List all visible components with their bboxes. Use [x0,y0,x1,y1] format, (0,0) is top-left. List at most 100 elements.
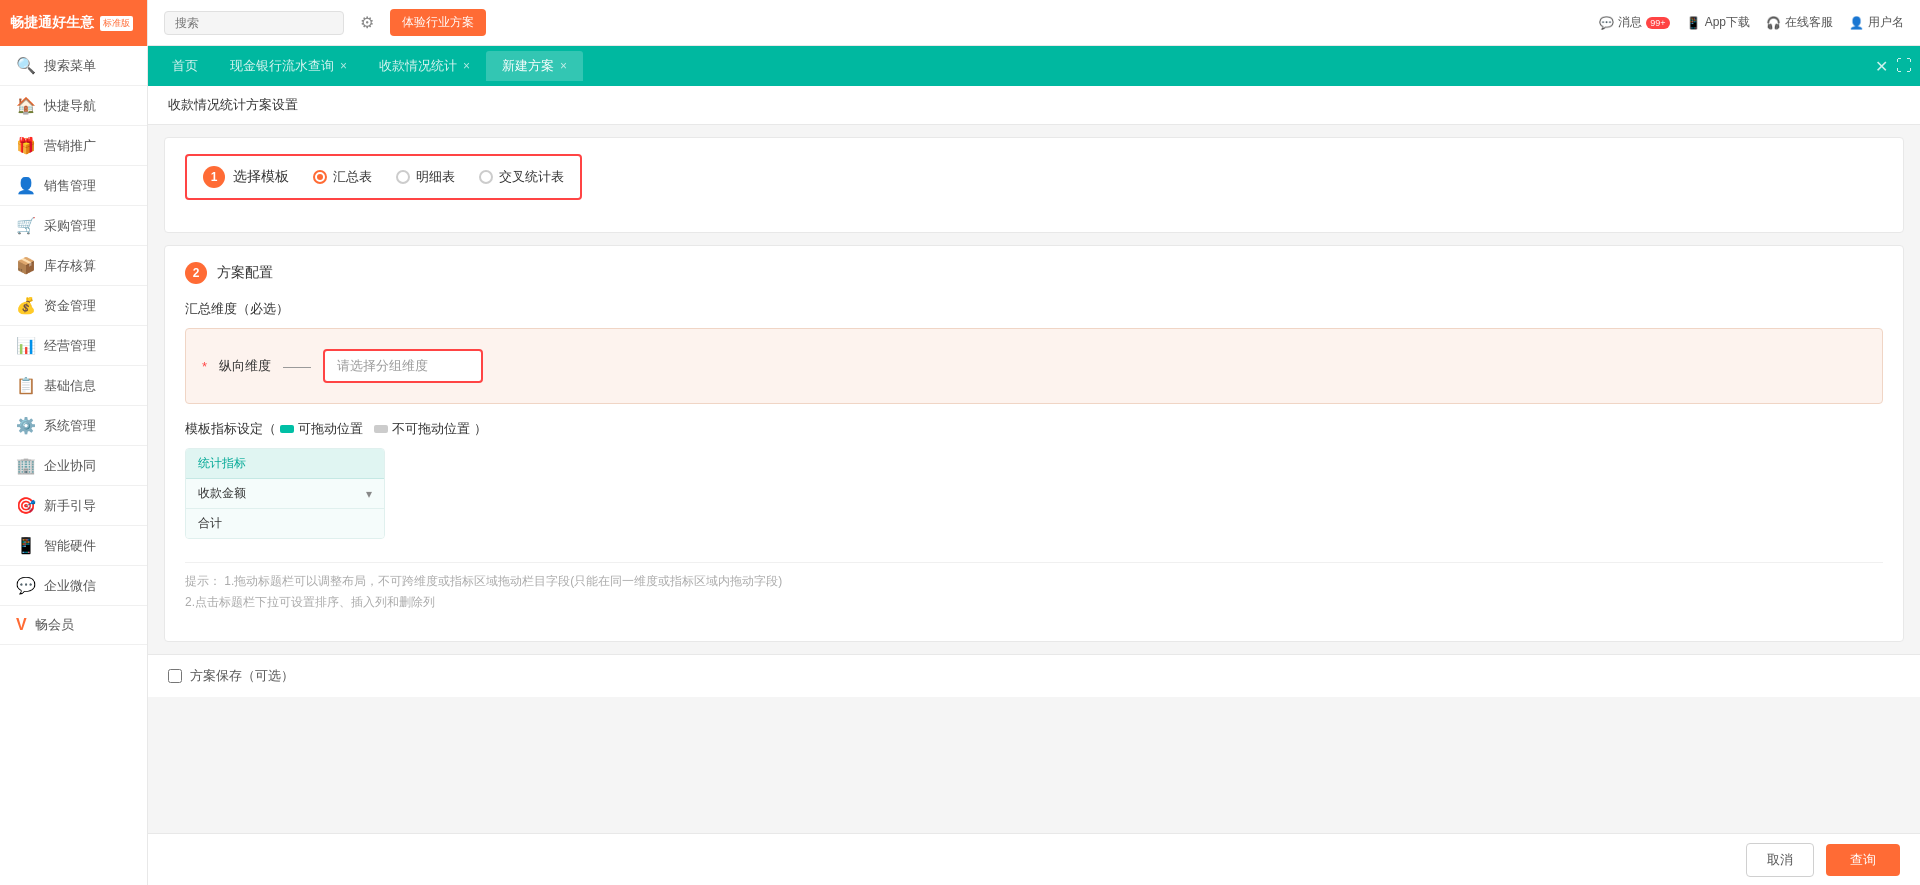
search-icon: 🔍 [16,56,36,75]
non-draggable-label: 不可拖动位置 [392,420,470,438]
sidebar-item-label: 系统管理 [44,417,96,435]
tab-expand-icon[interactable]: ⛶ [1896,57,1912,75]
template-section: 1 选择模板 汇总表 明细表 [164,137,1904,233]
gear-icon: ⚙️ [16,416,36,435]
metrics-label-text: 模板指标设定（ [185,421,276,436]
sidebar-item-search[interactable]: 🔍 搜索菜单 [0,46,147,86]
sidebar-item-label: 采购管理 [44,217,96,235]
settings-icon[interactable]: ⚙ [360,13,374,32]
sidebar-item-member[interactable]: V 畅会员 [0,606,147,645]
box-icon: 📦 [16,256,36,275]
service-label: 在线客服 [1785,14,1833,31]
metrics-close: ） [474,421,487,436]
notification-btn[interactable]: 💬 消息 99+ [1599,14,1669,31]
tab-home[interactable]: 首页 [156,51,214,81]
radio-cross[interactable]: 交叉统计表 [479,168,564,186]
sidebar-item-sales[interactable]: 👤 销售管理 [0,166,147,206]
tab-cashflow[interactable]: 现金银行流水查询 × [214,51,363,81]
chat-icon: 💬 [16,576,36,595]
radio-detail-label: 明细表 [416,168,455,186]
sidebar-item-label: 快捷导航 [44,97,96,115]
tab-cashflow-close[interactable]: × [340,59,347,73]
radio-cross-label: 交叉统计表 [499,168,564,186]
sidebar-item-inventory[interactable]: 📦 库存核算 [0,246,147,286]
sidebar-item-system[interactable]: ⚙️ 系统管理 [0,406,147,446]
cart-icon: 🛒 [16,216,36,235]
sidebar-item-label: 企业协同 [44,457,96,475]
sidebar-item-wechat[interactable]: 💬 企业微信 [0,566,147,606]
sidebar-item-label: 基础信息 [44,377,96,395]
step2-label: 方案配置 [217,264,273,282]
metrics-row-total: 合计 [186,508,384,538]
non-draggable-indicator [374,425,388,433]
sidebar-item-basic[interactable]: 📋 基础信息 [0,366,147,406]
legend-draggable-item: 可拖动位置 [280,420,363,438]
tab-new-plan[interactable]: 新建方案 × [486,51,583,81]
search-input[interactable] [164,11,344,35]
radio-cross-circle [479,170,493,184]
target-icon: 🎯 [16,496,36,515]
sidebar-item-operations[interactable]: 📊 经营管理 [0,326,147,366]
draggable-label: 可拖动位置 [298,420,363,438]
metrics-header: 统计指标 [186,449,384,479]
radio-summary-circle [313,170,327,184]
metrics-section: 模板指标设定（ 可拖动位置 不可拖动位置 ） 统计指标 [185,420,1883,542]
sidebar-item-label: 库存核算 [44,257,96,275]
sidebar-item-newbie[interactable]: 🎯 新手引导 [0,486,147,526]
main-content: ⚙ 体验行业方案 💬 消息 99+ 📱 App下载 🎧 在线客服 👤 用户名 [148,0,1920,885]
headset-icon: 🎧 [1766,16,1781,30]
legend-non-draggable-item: 不可拖动位置 [374,420,470,438]
home-icon: 🏠 [16,96,36,115]
download-icon: 📱 [1686,16,1701,30]
metrics-total-label: 合计 [198,516,222,530]
logo-badge: 标准版 [100,16,133,31]
tab-new-plan-label: 新建方案 [502,57,554,75]
sidebar-item-quicknav[interactable]: 🏠 快捷导航 [0,86,147,126]
metrics-row-amount[interactable]: 收款金额 ▾ [186,479,384,508]
tips-section: 提示： 1.拖动标题栏可以调整布局，不可跨维度或指标区域拖动栏目字段(只能在同一… [185,562,1883,625]
topbar-right: 💬 消息 99+ 📱 App下载 🎧 在线客服 👤 用户名 [1599,14,1904,31]
dimension-section-label: 汇总维度（必选） [185,300,1883,318]
page-title: 收款情况统计方案设置 [168,97,298,112]
confirm-button[interactable]: 查询 [1826,844,1900,876]
metrics-dropdown-icon[interactable]: ▾ [366,487,372,501]
sidebar-item-label: 营销推广 [44,137,96,155]
sidebar-item-purchase[interactable]: 🛒 采购管理 [0,206,147,246]
cancel-button[interactable]: 取消 [1746,843,1814,877]
tab-receipts[interactable]: 收款情况统计 × [363,51,486,81]
industry-btn[interactable]: 体验行业方案 [390,9,486,36]
required-star: * [202,359,207,374]
building-icon: 🏢 [16,456,36,475]
page-content: 收款情况统计方案设置 1 选择模板 汇总表 [148,86,1920,885]
save-checkbox[interactable] [168,669,182,683]
vertical-label: 纵向维度 [219,357,271,375]
tab-close-all-icon[interactable]: ✕ [1875,57,1888,76]
user-avatar[interactable]: 👤 用户名 [1849,14,1904,31]
metrics-label: 模板指标设定（ 可拖动位置 不可拖动位置 ） [185,420,1883,438]
tip2: 2.点击标题栏下拉可设置排序、插入列和删除列 [185,594,1883,611]
download-btn[interactable]: 📱 App下载 [1686,14,1750,31]
metrics-table: 统计指标 收款金额 ▾ 合计 [185,448,385,539]
sidebar-item-enterprise[interactable]: 🏢 企业协同 [0,446,147,486]
tab-new-plan-close[interactable]: × [560,59,567,73]
radio-summary[interactable]: 汇总表 [313,168,372,186]
download-label: App下载 [1705,14,1750,31]
tab-receipts-close[interactable]: × [463,59,470,73]
dimension-select[interactable]: 请选择分组维度 [323,349,483,383]
sidebar-item-label: 畅会员 [35,616,74,634]
chart-icon: 📊 [16,336,36,355]
sidebar-item-hardware[interactable]: 📱 智能硬件 [0,526,147,566]
sidebar-item-finance[interactable]: 💰 资金管理 [0,286,147,326]
avatar-icon: 👤 [1849,16,1864,30]
arrow-icon: —— [283,358,311,374]
radio-detail[interactable]: 明细表 [396,168,455,186]
step1-header: 1 选择模板 汇总表 明细表 [185,154,1883,200]
tab-cashflow-label: 现金银行流水查询 [230,57,334,75]
service-btn[interactable]: 🎧 在线客服 [1766,14,1833,31]
page-header: 收款情况统计方案设置 [148,86,1920,125]
sidebar-item-marketing[interactable]: 🎁 营销推广 [0,126,147,166]
sidebar-item-label: 企业微信 [44,577,96,595]
sidebar-item-label: 经营管理 [44,337,96,355]
config-section: 2 方案配置 汇总维度（必选） * 纵向维度 —— 请选择分组维度 [164,245,1904,642]
save-label: 方案保存（可选） [190,667,294,685]
